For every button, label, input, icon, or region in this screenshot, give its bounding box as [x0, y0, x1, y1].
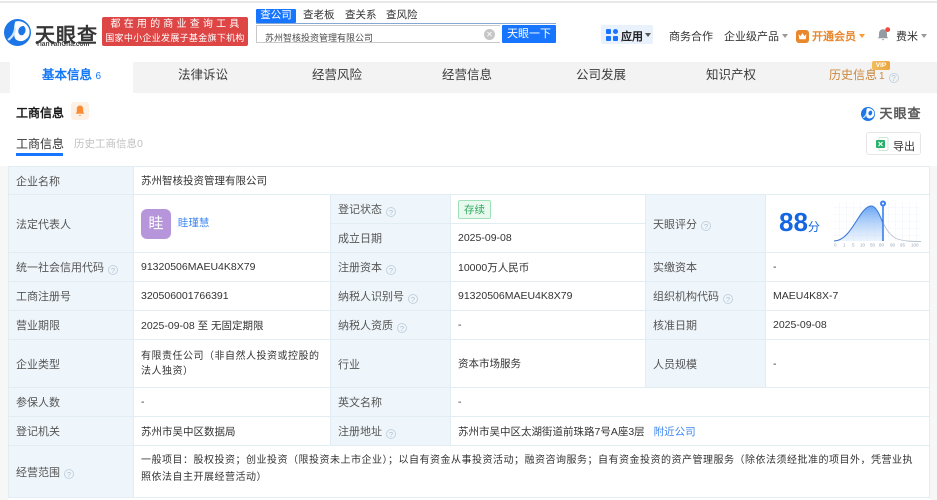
- svg-text:95: 95: [900, 243, 906, 248]
- svg-text:100: 100: [911, 243, 919, 248]
- svg-text:90: 90: [890, 243, 896, 248]
- svg-text:5: 5: [852, 243, 855, 248]
- svg-text:80: 80: [879, 243, 885, 248]
- svg-text:0: 0: [834, 243, 837, 248]
- svg-text:50: 50: [870, 243, 876, 248]
- svg-text:1: 1: [843, 243, 846, 248]
- svg-text:10: 10: [860, 243, 866, 248]
